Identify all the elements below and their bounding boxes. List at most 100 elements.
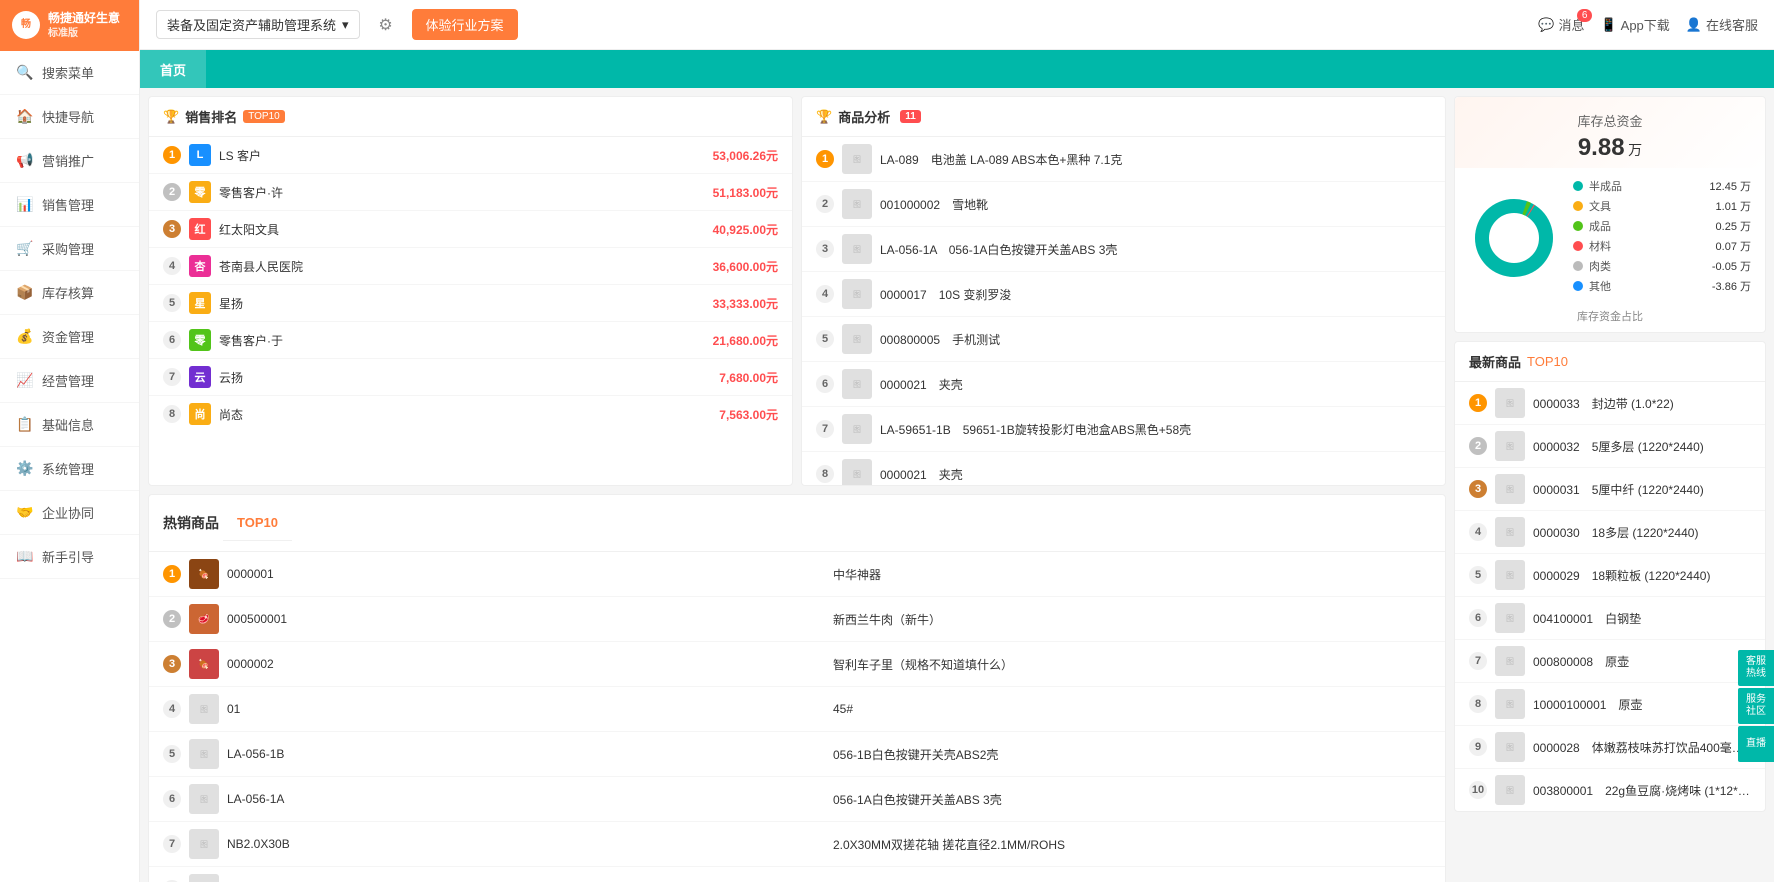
table-row: 4 杏 苍南县人民医院 36,600.00元 [149,248,792,285]
product-image: 图 [1495,689,1525,719]
rank-amount: 51,183.00元 [713,184,778,201]
table-row: 3 红 红太阳文具 40,925.00元 [149,211,792,248]
product-name: 0000021 夹壳 [880,466,1431,483]
product-image: 图 [842,369,872,399]
product-image: 图 [1495,603,1525,633]
table-row: 2 图 001000002 雪地靴 [802,182,1445,227]
rank-number: 8 [816,465,834,483]
list-item: 5 图 0000029 18颗粒板 (1220*2440) [1455,554,1765,597]
float-service-community[interactable]: 服务 社区 [1738,688,1774,724]
legend-item: 肉类 -0.05 万 [1573,258,1751,274]
online-service-button[interactable]: 👤 在线客服 [1686,15,1758,34]
product-image: 图 [1495,560,1525,590]
list-item: 6 图 LA-056-1A 056-1A白色按键开关盖ABS 3壳 [149,777,1445,822]
system-icon: ⚙️ [16,459,34,477]
logo-sub: 标准版 [48,27,120,41]
rank-number: 9 [1469,738,1487,756]
product-info: 0000030 18多层 (1220*2440) [1533,524,1751,541]
float-service-hotline[interactable]: 客服 热线 [1738,650,1774,686]
table-row: 7 图 LA-59651-1B 59651-1B旋转投影灯电池盒ABS黑色+58… [802,407,1445,452]
product-image: 图 [1495,646,1525,676]
product-image: 图 [842,234,872,264]
inventory-card: 库存总资金 9.88 万 [1454,96,1766,333]
table-row: 5 图 000800005 手机测试 [802,317,1445,362]
rank-number: 3 [1469,480,1487,498]
tab-home[interactable]: 首页 [140,50,206,88]
list-item: 3 图 0000031 5厘中纤 (1220*2440) [1455,468,1765,511]
product-image: 🍖 [189,559,219,589]
sidebar-item-marketing[interactable]: 📢 营销推广 [0,139,139,183]
product-name: 056-1B白色按键开关壳ABS2壳 [833,746,1431,763]
rank-amount: 40,925.00元 [713,221,778,238]
product-info: 000800008 原壶 [1533,653,1751,670]
service-icon: 👤 [1686,17,1702,33]
sidebar-item-quicknav[interactable]: 🏠 快捷导航 [0,95,139,139]
sidebar-item-basic[interactable]: 📋 基础信息 [0,403,139,447]
customer-name: 零售客户·于 [219,332,705,349]
customer-name: 零售客户·许 [219,184,705,201]
table-row: 1 图 LA-089 电池盖 LA-089 ABS本色+黑种 7.1克 [802,137,1445,182]
home-icon: 🏠 [16,107,34,125]
message-button[interactable]: 💬 消息 6 [1538,15,1584,34]
newest-title-text: 最新商品 [1469,352,1521,371]
product-code: LA-056-1B [227,747,825,761]
trial-button[interactable]: 体验行业方案 [412,9,518,40]
legend-value: 0.25 万 [1716,218,1751,234]
rank-number: 2 [816,195,834,213]
product-code: LA-056-1A [227,792,825,806]
hot-products-list: 1 🍖 0000001 中华神器 2 🥩 000500001 新西兰牛肉（新牛）… [149,552,1445,882]
rank-number: 2 [1469,437,1487,455]
product-name: 新西兰牛肉（新牛） [833,611,1431,628]
newest-top10-label: TOP10 [1527,354,1568,369]
sidebar-item-label: 系统管理 [42,459,94,478]
sidebar-item-inventory[interactable]: 📦 库存核算 [0,271,139,315]
product-name: 45# [833,702,1431,716]
purchase-icon: 🛒 [16,239,34,257]
sidebar-item-search[interactable]: 🔍 搜索菜单 [0,51,139,95]
list-item: 3 🍖 0000002 智利车子里（规格不知道填什么） [149,642,1445,687]
sidebar-item-sales[interactable]: 📊 销售管理 [0,183,139,227]
app-download-button[interactable]: 📱 App下载 [1600,15,1669,34]
inventory-legend: 半成品 12.45 万 文具 1.01 万 成品 0.25 万 [1573,178,1751,298]
service-label: 在线客服 [1706,15,1758,34]
table-row: 2 零 零售客户·许 51,183.00元 [149,174,792,211]
product-name: 2.0X30MM双搓花轴 搓花直径2.1MM/ROHS [833,836,1431,853]
product-ranking-header: 🏆 商品分析 11 [802,97,1445,137]
sidebar-item-label: 营销推广 [42,151,94,170]
customer-name: LS 客户 [219,147,705,164]
rank-number: 6 [816,375,834,393]
avatar: 尚 [189,403,211,425]
float-live-broadcast[interactable]: 直播 [1738,726,1774,762]
avatar: 红 [189,218,211,240]
table-row: 4 图 0000017 10S 变刹罗浚 [802,272,1445,317]
product-image: 图 [842,459,872,486]
product-sale-ranking-card: 🏆 商品分析 11 1 图 LA-089 电池盖 LA-089 ABS本色+黑种… [801,96,1446,486]
legend-name: 成品 [1589,218,1710,234]
product-info: 0000032 5厘多层 (1220*2440) [1533,438,1751,455]
product-image: 图 [1495,775,1525,805]
legend-dot [1573,181,1583,191]
avatar: 星 [189,292,211,314]
sidebar-item-purchase[interactable]: 🛒 采购管理 [0,227,139,271]
sidebar-item-finance[interactable]: 💰 资金管理 [0,315,139,359]
sidebar-item-system[interactable]: ⚙️ 系统管理 [0,447,139,491]
product-image: 图 [842,144,872,174]
donut-section: 半成品 12.45 万 文具 1.01 万 成品 0.25 万 [1455,168,1765,308]
product-name: LA-59651-1B 59651-1B旋转投影灯电池盒ABS黑色+58壳 [880,421,1431,438]
sidebar-item-cooperation[interactable]: 🤝 企业协同 [0,491,139,535]
product-code: NB2.0X30B [227,837,825,851]
product-info: 10000100001 原壶 [1533,696,1751,713]
sidebar-item-operation[interactable]: 📈 经营管理 [0,359,139,403]
system-selector[interactable]: 装备及固定资产辅助管理系统 ▾ [156,10,360,39]
rank-number: 5 [1469,566,1487,584]
product-image: 图 [189,694,219,724]
customer-name: 云扬 [219,369,711,386]
rank-number: 6 [163,331,181,349]
marketing-icon: 📢 [16,151,34,169]
sidebar-item-label: 资金管理 [42,327,94,346]
search-icon: 🔍 [16,63,34,81]
sidebar-item-label: 经营管理 [42,371,94,390]
settings-button[interactable]: ⚙ [372,11,400,39]
sales-icon: 📊 [16,195,34,213]
sidebar-item-guide[interactable]: 📖 新手引导 [0,535,139,579]
